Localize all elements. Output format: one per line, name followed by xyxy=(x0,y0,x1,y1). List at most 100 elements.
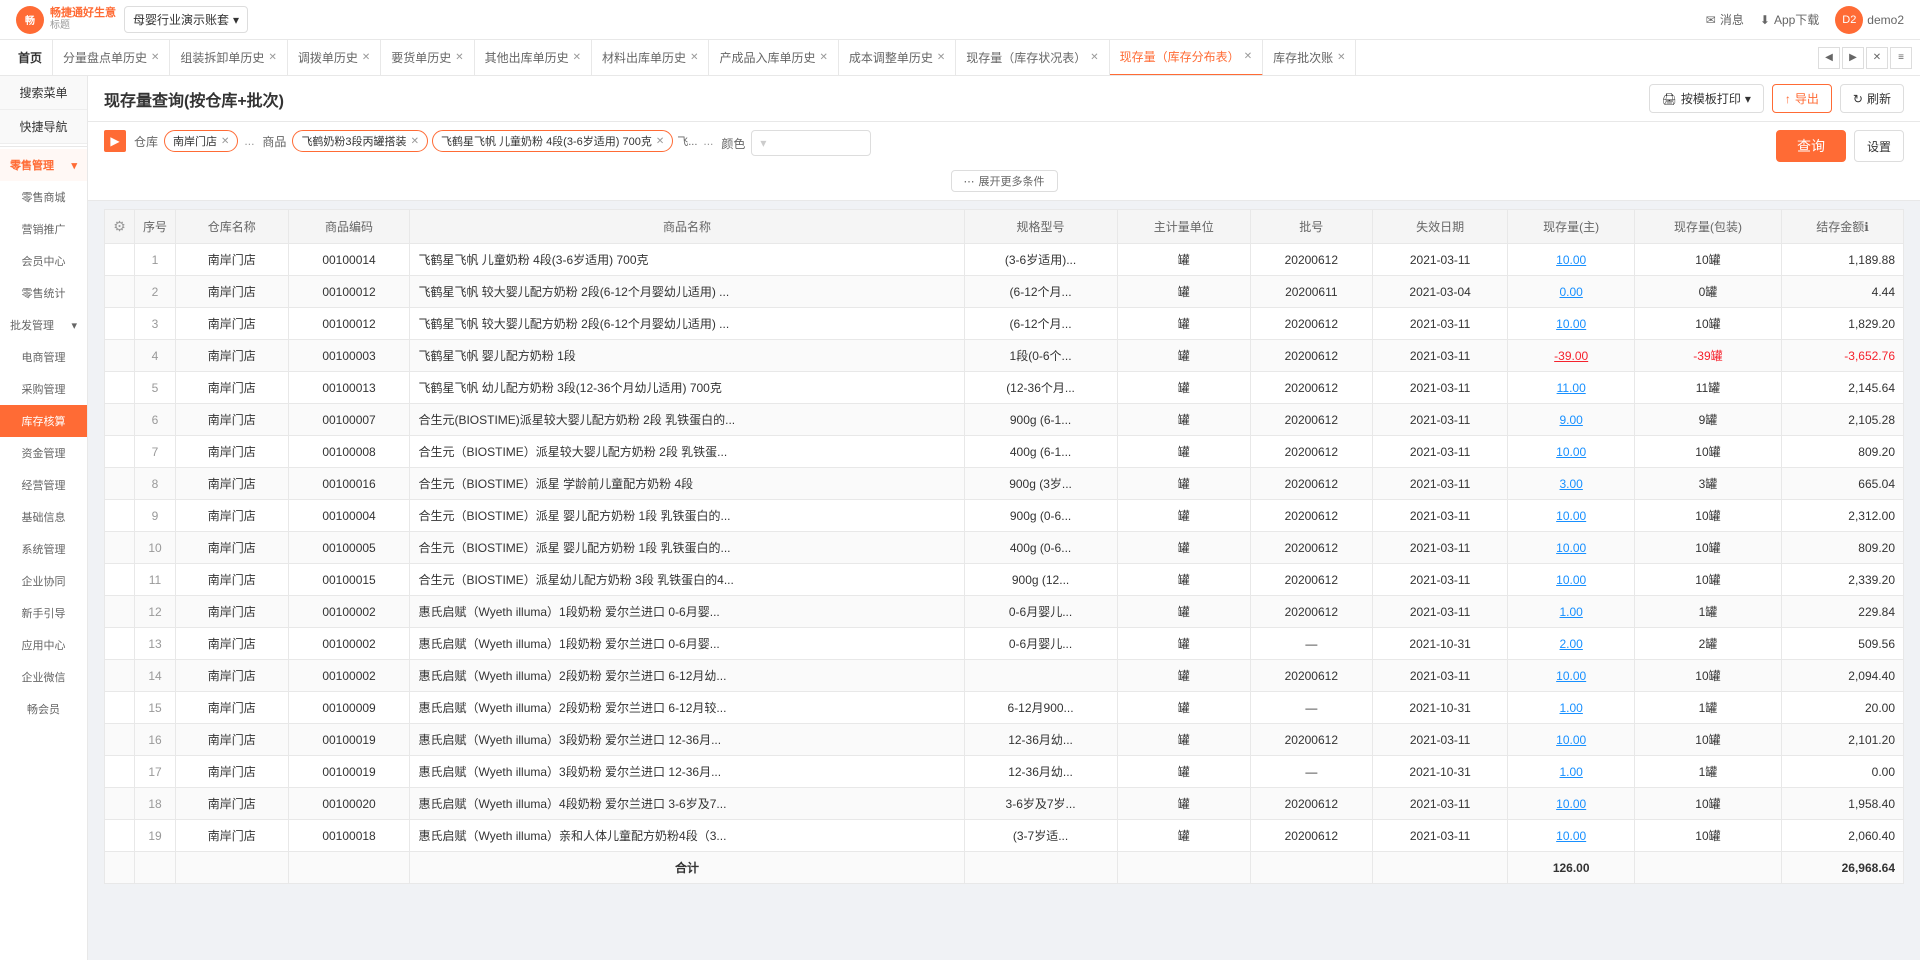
filter-expand-toggle[interactable]: ▶ xyxy=(104,130,126,152)
sidebar-item-ecommerce-mgmt[interactable]: 电商管理 xyxy=(0,341,87,373)
sidebar-item-enterprise-weixin[interactable]: 企业微信 xyxy=(0,661,87,693)
nav-close-button[interactable]: ✕ xyxy=(1866,47,1888,69)
sidebar-item-new-guide[interactable]: 新手引导 xyxy=(0,597,87,629)
row-qty-main[interactable]: 10.00 xyxy=(1508,788,1634,820)
messages-button[interactable]: ✉ 消息 xyxy=(1706,11,1744,28)
export-button[interactable]: ↑ 导出 xyxy=(1772,84,1832,113)
sidebar-item-enterprise-collab[interactable]: 企业协同 xyxy=(0,565,87,597)
row-qty-main[interactable]: 2.00 xyxy=(1508,628,1634,660)
settings-button[interactable]: 设置 xyxy=(1854,130,1904,162)
tab-close-7[interactable]: ✕ xyxy=(937,52,945,63)
warehouse-ellipsis[interactable]: ... xyxy=(244,134,254,148)
sidebar-item-wholesale-mgmt[interactable]: 批发管理 ▾ xyxy=(0,309,87,341)
user-profile[interactable]: D2 demo2 xyxy=(1835,6,1904,34)
row-qty-main[interactable]: 1.00 xyxy=(1508,692,1634,724)
row-qty-main[interactable]: 10.00 xyxy=(1508,660,1634,692)
row-unit: 罐 xyxy=(1117,308,1250,340)
row-warehouse: 南岸门店 xyxy=(176,468,289,500)
row-batch: 20200612 xyxy=(1250,724,1372,756)
query-button[interactable]: 查询 xyxy=(1776,130,1846,162)
tab-10[interactable]: 库存批次账 ✕ xyxy=(1263,40,1356,76)
settings-icon[interactable]: ⚙ xyxy=(113,218,126,234)
goods-tag-more[interactable]: 飞... xyxy=(677,133,697,149)
sidebar-item-vip-member[interactable]: 畅会员 xyxy=(0,693,87,725)
row-warehouse: 南岸门店 xyxy=(176,532,289,564)
row-qty-main[interactable]: 10.00 xyxy=(1508,436,1634,468)
row-qty-main[interactable]: 1.00 xyxy=(1508,756,1634,788)
account-selector[interactable]: 母婴行业演示账套 ▾ xyxy=(124,6,248,33)
tab-close-6[interactable]: ✕ xyxy=(819,52,827,63)
goods-ellipsis[interactable]: ... xyxy=(703,134,713,148)
nav-menu-button[interactable]: ≡ xyxy=(1890,47,1912,69)
row-batch: 20200612 xyxy=(1250,564,1372,596)
tab-close-0[interactable]: ✕ xyxy=(151,52,159,63)
sidebar-item-member-center[interactable]: 会员中心 xyxy=(0,245,87,277)
tab-close-8[interactable]: ✕ xyxy=(1090,52,1098,63)
row-qty-main[interactable]: 10.00 xyxy=(1508,500,1634,532)
tab-close-2[interactable]: ✕ xyxy=(362,52,370,63)
sidebar-item-inventory-check[interactable]: 库存核算 xyxy=(0,405,87,437)
row-qty-main[interactable]: 1.00 xyxy=(1508,596,1634,628)
top-bar-right: ✉ 消息 ⬇ App下载 D2 demo2 xyxy=(1706,6,1904,34)
tab-8[interactable]: 现存量（库存状况表） ✕ xyxy=(956,40,1109,76)
warehouse-tag-remove-0[interactable]: ✕ xyxy=(221,136,229,147)
tab-close-9[interactable]: ✕ xyxy=(1244,51,1252,62)
row-qty-main[interactable]: 0.00 xyxy=(1508,276,1634,308)
row-settings xyxy=(105,340,135,372)
tab-1[interactable]: 组装拆卸单历史 ✕ xyxy=(170,40,287,76)
tab-5[interactable]: 材料出库单历史 ✕ xyxy=(592,40,709,76)
goods-tag-remove-1[interactable]: ✕ xyxy=(656,136,664,147)
expand-more-button[interactable]: ⋯ 展开更多条件 xyxy=(951,170,1058,192)
sidebar-item-purchase-mgmt[interactable]: 采购管理 xyxy=(0,373,87,405)
tab-4[interactable]: 其他出库单历史 ✕ xyxy=(475,40,592,76)
row-qty-main[interactable]: 10.00 xyxy=(1508,820,1634,852)
th-settings[interactable]: ⚙ xyxy=(105,210,135,244)
search-menu[interactable]: 搜索菜单 xyxy=(0,76,87,110)
tab-7[interactable]: 成本调整单历史 ✕ xyxy=(839,40,956,76)
sidebar-item-retail-stats[interactable]: 零售统计 xyxy=(0,277,87,309)
row-qty-main[interactable]: 10.00 xyxy=(1508,724,1634,756)
row-expire-date: 2021-03-11 xyxy=(1372,820,1508,852)
tab-0[interactable]: 分量盘点单历史 ✕ xyxy=(53,40,170,76)
sidebar-item-finance-mgmt[interactable]: 资金管理 xyxy=(0,437,87,469)
tab-close-1[interactable]: ✕ xyxy=(268,52,276,63)
goods-tag-0[interactable]: 飞鹤奶粉3段丙罐搭装 ✕ xyxy=(292,130,428,152)
tab-3[interactable]: 要货单历史 ✕ xyxy=(381,40,474,76)
sidebar-item-app-center[interactable]: 应用中心 xyxy=(0,629,87,661)
tab-home[interactable]: 首页 xyxy=(8,40,53,76)
quick-nav[interactable]: 快捷导航 xyxy=(0,110,87,144)
sidebar-item-retail-mgmt[interactable]: 零售管理 ▾ xyxy=(0,149,87,181)
tab-6[interactable]: 产成品入库单历史 ✕ xyxy=(709,40,838,76)
refresh-button[interactable]: ↻ 刷新 xyxy=(1840,84,1904,113)
tab-close-5[interactable]: ✕ xyxy=(690,52,698,63)
nav-next-button[interactable]: ▶ xyxy=(1842,47,1864,69)
sidebar-item-marketing[interactable]: 营销推广 xyxy=(0,213,87,245)
nav-prev-button[interactable]: ◀ xyxy=(1818,47,1840,69)
goods-tag-remove-0[interactable]: ✕ xyxy=(411,136,419,147)
goods-tag-1[interactable]: 飞鹤星飞帆 儿童奶粉 4段(3-6岁适用) 700克 ✕ xyxy=(432,130,673,152)
tab-2[interactable]: 调拨单历史 ✕ xyxy=(288,40,381,76)
row-warehouse: 南岸门店 xyxy=(176,340,289,372)
row-qty-main[interactable]: 11.00 xyxy=(1508,372,1634,404)
sidebar-item-system-mgmt[interactable]: 系统管理 xyxy=(0,533,87,565)
tab-close-4[interactable]: ✕ xyxy=(573,52,581,63)
sidebar-item-basic-info[interactable]: 基础信息 xyxy=(0,501,87,533)
row-qty-main[interactable]: 10.00 xyxy=(1508,532,1634,564)
row-qty-main[interactable]: 10.00 xyxy=(1508,308,1634,340)
tab-close-10[interactable]: ✕ xyxy=(1337,52,1345,63)
color-selector[interactable]: ▾ xyxy=(751,130,871,156)
app-download-button[interactable]: ⬇ App下载 xyxy=(1760,11,1819,28)
row-qty-main[interactable]: 3.00 xyxy=(1508,468,1634,500)
tab-close-3[interactable]: ✕ xyxy=(455,52,463,63)
row-qty-main[interactable]: -39.00 xyxy=(1508,340,1634,372)
row-qty-main[interactable]: 9.00 xyxy=(1508,404,1634,436)
warehouse-tag-0[interactable]: 南岸门店 ✕ xyxy=(164,130,238,152)
tab-9[interactable]: 现存量（库存分布表） ✕ xyxy=(1110,40,1263,76)
row-goods-code: 00100009 xyxy=(288,692,410,724)
row-qty-main[interactable]: 10.00 xyxy=(1508,564,1634,596)
sidebar-item-operations-mgmt[interactable]: 经营管理 xyxy=(0,469,87,501)
row-qty-main[interactable]: 10.00 xyxy=(1508,244,1634,276)
sidebar-item-retail-store[interactable]: 零售商城 xyxy=(0,181,87,213)
row-goods-code: 00100019 xyxy=(288,756,410,788)
template-print-button[interactable]: 🖨 按模板打印 ▾ xyxy=(1649,84,1764,113)
